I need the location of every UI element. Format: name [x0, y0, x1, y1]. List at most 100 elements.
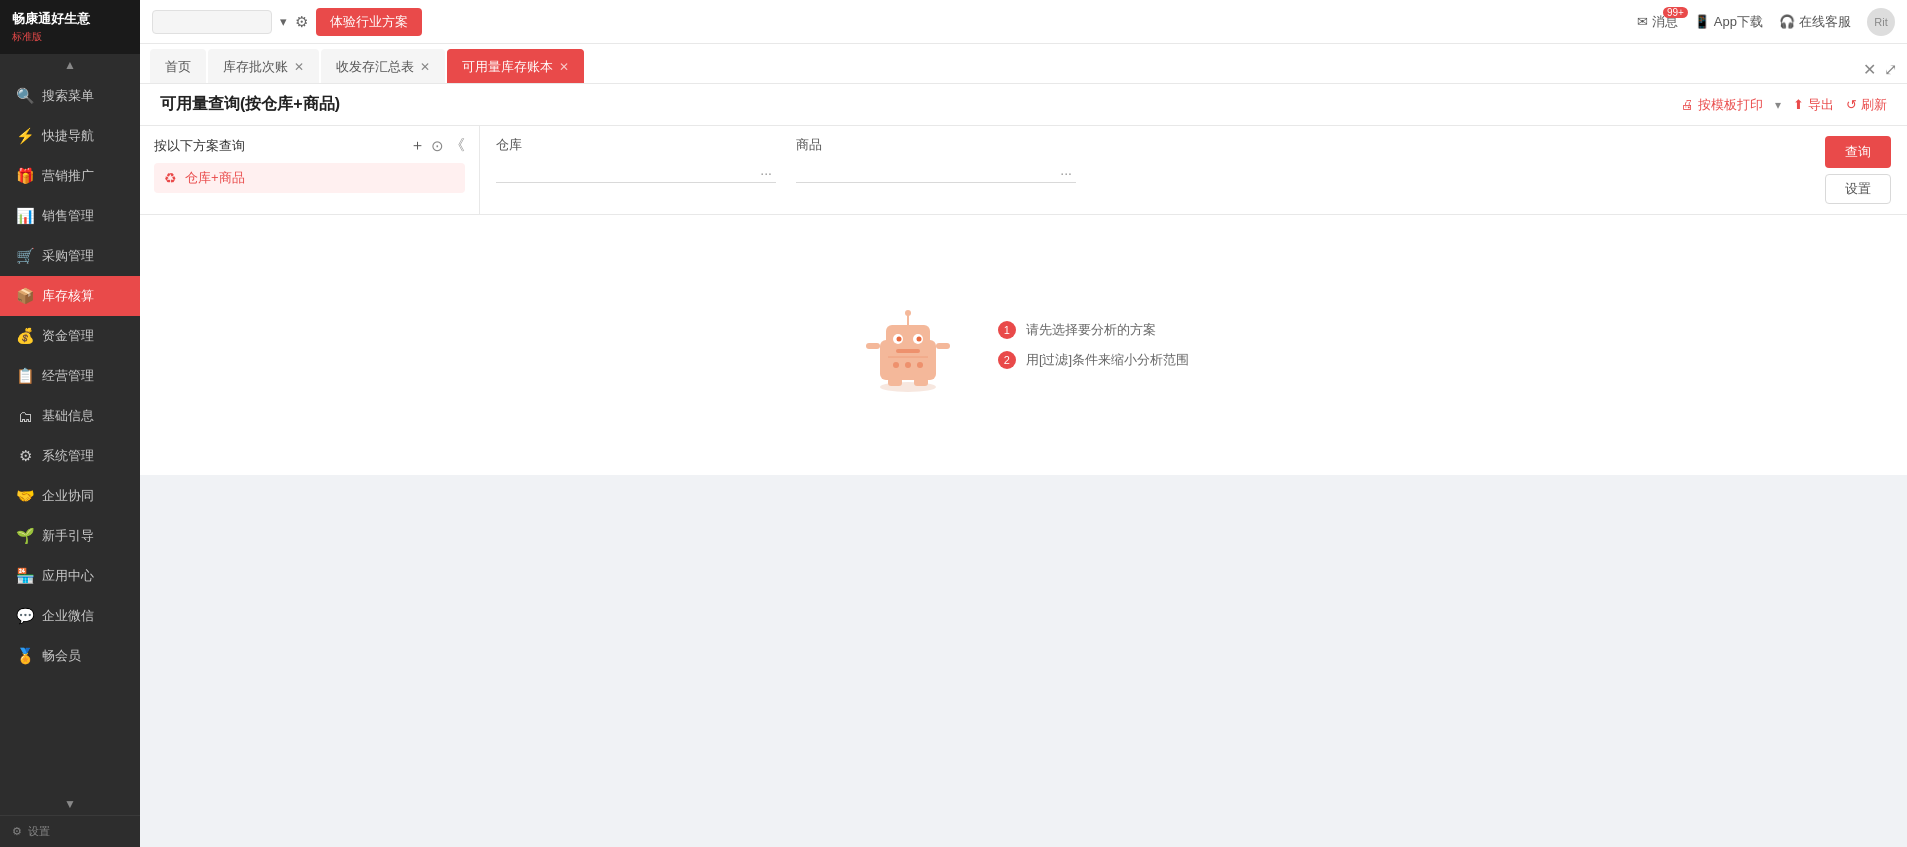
sidebar-item-label: 资金管理 — [42, 327, 94, 345]
sidebar-item-enterprise[interactable]: 🤝 企业协同 — [0, 476, 140, 516]
operations-icon: 📋 — [16, 367, 34, 385]
topbar-industry-btn[interactable]: 体验行业方案 — [316, 8, 422, 36]
add-plan-btn[interactable]: ＋ — [410, 136, 425, 155]
empty-tip-item: 2 用[过滤]条件来缩小分析范围 — [998, 351, 1189, 369]
topbar-message[interactable]: ✉ 消息 99+ — [1637, 13, 1678, 31]
sales-icon: 📊 — [16, 207, 34, 225]
page-content: 可用量查询(按仓库+商品) 🖨 按模板打印 ▾ ⬆ 导出 ↺ 刷新 — [140, 84, 1907, 847]
sidebar-item-appcenter[interactable]: 🏪 应用中心 — [0, 556, 140, 596]
filter-left-title: 按以下方案查询 — [154, 137, 245, 155]
system-icon: ⚙ — [16, 447, 34, 465]
filter-settings-btn[interactable]: 设置 — [1825, 174, 1891, 204]
tab-label: 收发存汇总表 — [336, 58, 414, 76]
tab-close-btn[interactable]: ✕ — [420, 61, 430, 73]
sidebar-scroll-down[interactable]: ▼ — [0, 793, 140, 815]
sidebar-item-label: 库存核算 — [42, 287, 94, 305]
print-dropdown-btn[interactable]: ▾ — [1775, 98, 1781, 112]
username-label: Rit — [1874, 16, 1887, 28]
shortcut-icon: ⚡ — [16, 127, 34, 145]
warehouse-label: 仓库 — [496, 136, 776, 154]
sidebar-item-label: 采购管理 — [42, 247, 94, 265]
sidebar-item-inventory[interactable]: 📦 库存核算 — [0, 276, 140, 316]
sidebar-bottom: ⚙ 设置 — [0, 815, 140, 847]
sidebar-item-wechat[interactable]: 💬 企业微信 — [0, 596, 140, 636]
tab-available[interactable]: 可用量库存账本 ✕ — [447, 49, 584, 83]
topbar-gear-btn[interactable]: ⚙ — [295, 13, 308, 31]
svg-point-15 — [893, 362, 899, 368]
page-header-actions: 🖨 按模板打印 ▾ ⬆ 导出 ↺ 刷新 — [1681, 96, 1887, 114]
svg-rect-10 — [866, 343, 880, 349]
svg-point-5 — [896, 337, 901, 342]
wechat-icon: 💬 — [16, 607, 34, 625]
sidebar-item-base[interactable]: 🗂 基础信息 — [0, 396, 140, 436]
topbar-online-service[interactable]: 🎧 在线客服 — [1779, 13, 1851, 31]
sidebar-item-purchase[interactable]: 🛒 采购管理 — [0, 236, 140, 276]
filter-plan-item[interactable]: ♻ 仓库+商品 — [154, 163, 465, 193]
purchase-icon: 🛒 — [16, 247, 34, 265]
sidebar-item-label: 企业协同 — [42, 487, 94, 505]
tab-home[interactable]: 首页 — [150, 49, 206, 83]
filter-warehouse-field: 仓库 ... — [496, 136, 776, 183]
filter-goods-field: 商品 ... — [796, 136, 1076, 183]
svg-point-17 — [917, 362, 923, 368]
filter-area: 按以下方案查询 ＋ ⊙ 《 ♻ 仓库+商品 仓库 . — [140, 126, 1907, 215]
plan-label: 仓库+商品 — [185, 169, 245, 187]
empty-state: 1 请先选择要分析的方案 2 用[过滤]条件来缩小分析范围 — [140, 215, 1907, 475]
sidebar-item-operations[interactable]: 📋 经营管理 — [0, 356, 140, 396]
sidebar-item-label: 基础信息 — [42, 407, 94, 425]
sidebar-item-label: 应用中心 — [42, 567, 94, 585]
refresh-btn[interactable]: ↺ 刷新 — [1846, 96, 1887, 114]
collapse-plan-btn[interactable]: 《 — [450, 136, 465, 155]
tab-expand-btn[interactable]: ⤢ — [1884, 60, 1897, 79]
settings-plan-btn[interactable]: ⊙ — [431, 136, 444, 155]
tab-close-btn[interactable]: ✕ — [294, 61, 304, 73]
plan-icon: ♻ — [164, 170, 177, 186]
sidebar-item-label: 系统管理 — [42, 447, 94, 465]
base-icon: 🗂 — [16, 408, 34, 425]
search-icon: 🔍 — [16, 87, 34, 105]
goods-more-btn[interactable]: ... — [1060, 162, 1072, 178]
warehouse-input-container: ... — [496, 158, 776, 183]
filter-left-header: 按以下方案查询 ＋ ⊙ 《 — [154, 136, 465, 155]
sidebar-item-system[interactable]: ⚙ 系统管理 — [0, 436, 140, 476]
topbar-avatar[interactable]: Rit — [1867, 8, 1895, 36]
svg-point-9 — [905, 310, 911, 316]
warehouse-more-btn[interactable]: ... — [760, 162, 772, 178]
print-btn[interactable]: 🖨 按模板打印 — [1681, 96, 1763, 114]
svg-point-16 — [905, 362, 911, 368]
tabs-bar-actions: ✕ ⤢ — [1863, 60, 1897, 83]
sidebar-item-marketing[interactable]: 🎁 营销推广 — [0, 156, 140, 196]
sidebar-item-newguide[interactable]: 🌱 新手引导 — [0, 516, 140, 556]
sidebar-scroll-up[interactable]: ▲ — [0, 54, 140, 76]
sidebar-item-search[interactable]: 🔍 搜索菜单 — [0, 76, 140, 116]
sidebar-item-finance[interactable]: 💰 资金管理 — [0, 316, 140, 356]
tip-text: 用[过滤]条件来缩小分析范围 — [1026, 351, 1189, 369]
tab-label: 可用量库存账本 — [462, 58, 553, 76]
sidebar-item-shortcut[interactable]: ⚡ 快捷导航 — [0, 116, 140, 156]
appcenter-icon: 🏪 — [16, 567, 34, 585]
svg-rect-13 — [914, 378, 928, 386]
filter-left: 按以下方案查询 ＋ ⊙ 《 ♻ 仓库+商品 — [140, 126, 480, 214]
newguide-icon: 🌱 — [16, 527, 34, 545]
marketing-icon: 🎁 — [16, 167, 34, 185]
bottom-label: 设置 — [28, 824, 50, 839]
tab-close-all-btn[interactable]: ✕ — [1863, 60, 1876, 79]
empty-state-inner: 1 请先选择要分析的方案 2 用[过滤]条件来缩小分析范围 — [858, 295, 1189, 395]
sidebar-item-member[interactable]: 🏅 畅会员 — [0, 636, 140, 676]
tab-batch[interactable]: 库存批次账 ✕ — [208, 49, 319, 83]
export-btn[interactable]: ⬆ 导出 — [1793, 96, 1834, 114]
tip-num: 1 — [998, 321, 1016, 339]
query-btn[interactable]: 查询 — [1825, 136, 1891, 168]
sidebar-item-sales[interactable]: 📊 销售管理 — [0, 196, 140, 236]
tab-summary[interactable]: 收发存汇总表 ✕ — [321, 49, 445, 83]
topbar-search-input[interactable] — [152, 10, 272, 34]
topbar-dropdown-btn[interactable]: ▾ — [280, 14, 287, 29]
svg-point-6 — [916, 337, 921, 342]
topbar-app-download[interactable]: 📱 App下载 — [1694, 13, 1763, 31]
app-download-label: App下载 — [1714, 13, 1763, 31]
tab-label: 库存批次账 — [223, 58, 288, 76]
tab-close-btn[interactable]: ✕ — [559, 61, 569, 73]
logo-subtitle: 标准版 — [12, 30, 42, 44]
message-badge: 99+ — [1663, 7, 1688, 18]
sidebar-item-label: 销售管理 — [42, 207, 94, 225]
